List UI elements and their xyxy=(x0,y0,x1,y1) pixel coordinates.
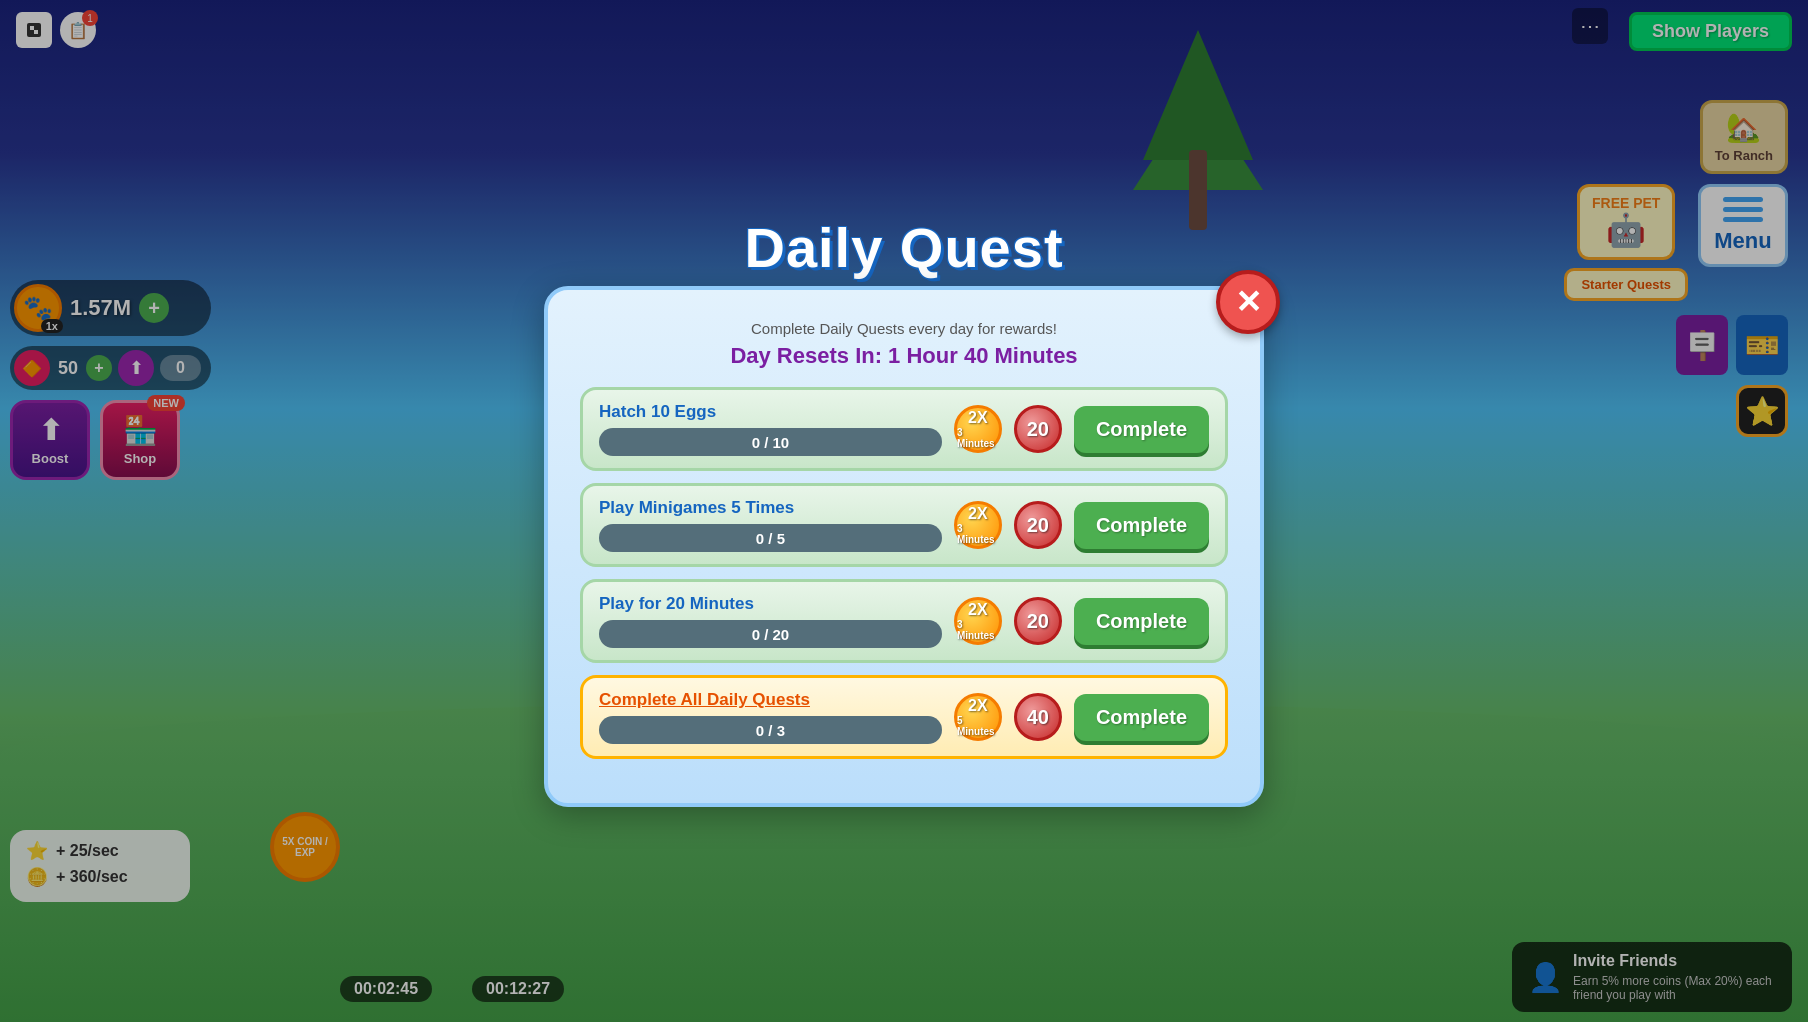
quest-4-reward-1: 2X 5 Minutes xyxy=(954,693,1002,741)
reward-coin-icon: 2X 3 Minutes xyxy=(954,405,1002,453)
modal-overlay: Daily Quest ✕ Complete Daily Quests ever… xyxy=(0,0,1808,1022)
quest-4-reward-2: 40 xyxy=(1014,693,1062,741)
quest-1-progress-text: 0 / 10 xyxy=(752,434,790,451)
quest-1-reward-1: 2X 3 Minutes xyxy=(954,405,1002,453)
quest-2-reward-2: 20 xyxy=(1014,501,1062,549)
reward-coin-icon-2: 2X 3 Minutes xyxy=(954,501,1002,549)
reward-coin-icon-4: 2X 5 Minutes xyxy=(954,693,1002,741)
quest-item-3: Play for 20 Minutes 0 / 20 2X 3 Minutes … xyxy=(580,579,1228,663)
reward-token-icon: 20 xyxy=(1014,405,1062,453)
quest-3-complete-button[interactable]: Complete xyxy=(1074,598,1209,645)
reward-coin-icon-3: 2X 3 Minutes xyxy=(954,597,1002,645)
quest-2-progress-text: 0 / 5 xyxy=(756,530,785,547)
quest-2-reward-1: 2X 3 Minutes xyxy=(954,501,1002,549)
quest-4-complete-button[interactable]: Complete xyxy=(1074,694,1209,741)
quest-1-progress-bar: 0 / 10 xyxy=(599,428,942,456)
quest-1-reward-2: 20 xyxy=(1014,405,1062,453)
quest-2-complete-button[interactable]: Complete xyxy=(1074,502,1209,549)
reward-token-icon-2: 20 xyxy=(1014,501,1062,549)
quest-2-progress-bar: 0 / 5 xyxy=(599,524,942,552)
quest-3-name: Play for 20 Minutes xyxy=(599,594,942,614)
close-modal-button[interactable]: ✕ xyxy=(1216,270,1280,334)
quest-3-reward-2: 20 xyxy=(1014,597,1062,645)
quest-2-name: Play Minigames 5 Times xyxy=(599,498,942,518)
quest-item-2: Play Minigames 5 Times 0 / 5 2X 3 Minute… xyxy=(580,483,1228,567)
quest-1-name: Hatch 10 Eggs xyxy=(599,402,942,422)
modal-subtitle: Complete Daily Quests every day for rewa… xyxy=(580,320,1228,337)
reward-token-icon-3: 20 xyxy=(1014,597,1062,645)
quest-4-progress-text: 0 / 3 xyxy=(756,722,785,739)
quest-3-progress-text: 0 / 20 xyxy=(752,626,790,643)
quest-1-complete-button[interactable]: Complete xyxy=(1074,406,1209,453)
modal-title: Daily Quest xyxy=(544,215,1264,280)
reward-token-icon-4: 40 xyxy=(1014,693,1062,741)
quest-item-4: Complete All Daily Quests 0 / 3 2X 5 Min… xyxy=(580,675,1228,759)
quest-3-progress-bar: 0 / 20 xyxy=(599,620,942,648)
quest-3-reward-1: 2X 3 Minutes xyxy=(954,597,1002,645)
quest-4-name: Complete All Daily Quests xyxy=(599,690,942,710)
quest-item-1: Hatch 10 Eggs 0 / 10 2X 3 Minutes 20 Com… xyxy=(580,387,1228,471)
quest-4-progress-bar: 0 / 3 xyxy=(599,716,942,744)
modal-timer: Day Resets In: 1 Hour 40 Minutes xyxy=(580,343,1228,369)
daily-quest-modal: ✕ Complete Daily Quests every day for re… xyxy=(544,286,1264,807)
